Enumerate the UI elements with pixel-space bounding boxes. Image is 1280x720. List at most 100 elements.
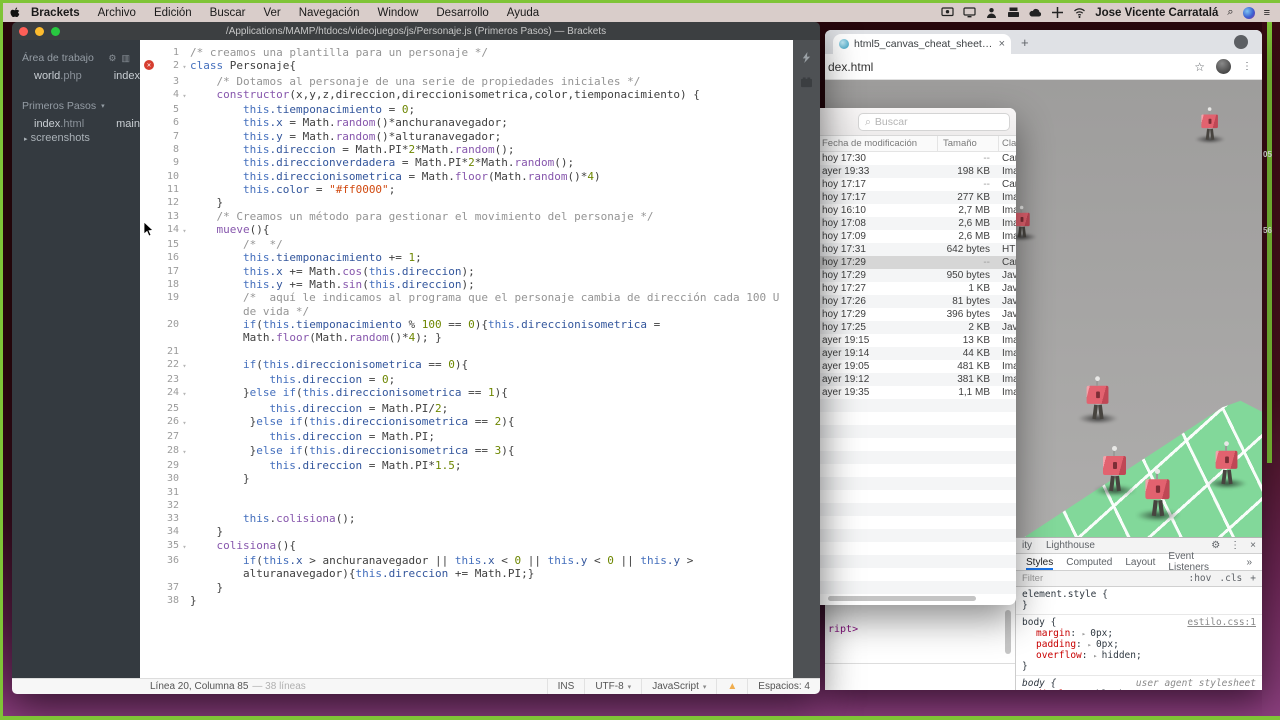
expand-arrow-icon[interactable]: ▸	[1093, 652, 1101, 660]
code-editor[interactable]: 1/* creamos una plantilla para un person…	[140, 40, 793, 678]
code-line[interactable]: 16 this.tiemponacimiento += 1;	[140, 251, 793, 264]
project-file-index[interactable]: index.html	[12, 116, 94, 132]
profile-avatar[interactable]	[1216, 59, 1231, 74]
code-line[interactable]: 8 this.direccion = Math.PI*2*Math.random(…	[140, 143, 793, 156]
code-line[interactable]: 17 this.x += Math.cos(this.direccion);	[140, 265, 793, 278]
code-line[interactable]: 25 this.direccion = Math.PI/2;	[140, 402, 793, 415]
browser-menu-icon[interactable]: ⋮	[1242, 61, 1252, 71]
devtools-menu-icon[interactable]: ⋮	[1230, 540, 1240, 551]
spotlight-icon[interactable]: ⌕	[1227, 6, 1233, 19]
css-property[interactable]: overflow: ▸ hidden;	[1022, 650, 1256, 661]
devtools-scrollbar[interactable]	[1005, 610, 1011, 654]
code-line[interactable]: 1/* creamos una plantilla para un person…	[140, 46, 793, 59]
code-line[interactable]: 20 if(this.tiemponacimiento % 100 == 0){t…	[140, 318, 793, 345]
code-line[interactable]: 35 ▾ colisiona(){	[140, 539, 793, 554]
new-tab-button[interactable]: +	[1021, 35, 1029, 50]
menu-brackets[interactable]: Brackets	[22, 7, 89, 19]
css-property[interactable]: margin: ▸ 0px;	[1022, 628, 1256, 639]
devtools-tab-ity[interactable]: ity	[1022, 540, 1032, 551]
code-line[interactable]: 19 /* aquí le indicamos al programa que e…	[140, 291, 793, 318]
indent-setting[interactable]: Espacios: 4	[747, 679, 820, 694]
css-property[interactable]: padding: ▸ 0px;	[1022, 639, 1256, 650]
code-line[interactable]: 32	[140, 499, 793, 512]
devtools-tab-lighthouse[interactable]: Lighthouse	[1046, 540, 1095, 551]
code-line[interactable]: 23 this.direccion = 0;	[140, 373, 793, 386]
fold-arrow-icon[interactable]: ▾	[179, 358, 190, 373]
code-line[interactable]: 24 ▾}else if(this.direccionisometrica == …	[140, 386, 793, 401]
menu-navegación[interactable]: Navegación	[290, 7, 369, 19]
styles-pane-tab-computed[interactable]: Computed	[1066, 557, 1112, 568]
code-line[interactable]: 7 this.y = Math.random()*alturanavegador;	[140, 130, 793, 143]
tab-strip-circle-button[interactable]	[1234, 35, 1248, 49]
gear-icon[interactable]: ⚙	[108, 53, 116, 64]
column-header-date[interactable]: Fecha de modificación	[822, 138, 917, 149]
css-property[interactable]: display: ▸ block;	[1022, 689, 1256, 690]
browser-tab[interactable]: html5_canvas_cheat_sheet.png ×	[833, 34, 1011, 54]
styles-pane-tab-styles[interactable]: Styles	[1026, 554, 1053, 570]
tab-close-icon[interactable]: ×	[999, 38, 1005, 50]
code-line[interactable]: 21	[140, 345, 793, 358]
encoding-selector[interactable]: UTF-8 ▾	[584, 679, 641, 694]
bookmark-star-icon[interactable]: ☆	[1194, 60, 1205, 74]
code-line[interactable]: 10 this.direccionisometrica = Math.floor(…	[140, 170, 793, 183]
screen-mirroring-icon[interactable]	[941, 7, 954, 18]
stylesheet-link[interactable]: user agent stylesheet	[1136, 678, 1256, 689]
insert-mode-indicator[interactable]: INS	[546, 679, 585, 694]
wifi-icon[interactable]	[1073, 7, 1086, 18]
expand-arrow-icon[interactable]: ▸	[1082, 630, 1090, 638]
code-line[interactable]: 13 /* Creamos un método para gestionar el…	[140, 210, 793, 223]
cls-toggle[interactable]: .cls	[1219, 573, 1242, 584]
code-line[interactable]: 18 this.y += Math.sin(this.direccion);	[140, 278, 793, 291]
stylesheet-link[interactable]: estilo.css:1	[1187, 617, 1256, 628]
code-line[interactable]: 31	[140, 486, 793, 499]
code-line[interactable]: 38}	[140, 594, 793, 607]
code-line[interactable]: 26 ▾}else if(this.direccionisometrica == …	[140, 415, 793, 430]
styles-pane-tab-event-listeners[interactable]: Event Listeners	[1168, 551, 1233, 573]
brackets-title-bar[interactable]: /Applications/MAMP/htdocs/videojuegos/js…	[12, 22, 820, 40]
devtools-settings-icon[interactable]: ⚙	[1211, 540, 1220, 551]
code-line[interactable]: 6 this.x = Math.random()*anchuranavegador…	[140, 116, 793, 129]
project-file-main[interactable]: main.css	[94, 116, 140, 132]
code-line[interactable]: 11 this.color = "#ff0000";	[140, 183, 793, 196]
sidebar-file-world[interactable]: world.php	[12, 68, 92, 84]
expand-arrow-icon[interactable]: ▸	[1088, 641, 1096, 649]
devtools-close-icon[interactable]: ×	[1250, 540, 1256, 551]
fold-arrow-icon[interactable]: ▾	[179, 88, 190, 103]
new-style-rule-button[interactable]: +	[1250, 573, 1256, 584]
column-header-size[interactable]: Tamaño	[943, 138, 977, 149]
styles-filter-input[interactable]: Filter	[1022, 573, 1180, 584]
fold-arrow-icon[interactable]: ▾	[179, 415, 190, 430]
code-line[interactable]: 28 ▾}else if(this.direccionisometrica == …	[140, 444, 793, 459]
menu-buscar[interactable]: Buscar	[201, 7, 255, 19]
fold-arrow-icon[interactable]: ▾	[179, 223, 190, 238]
code-line[interactable]: 29 this.direccion = Math.PI*1.5;	[140, 459, 793, 472]
fold-arrow-icon[interactable]: ▾	[179, 386, 190, 401]
code-line[interactable]: 33 this.colisiona();	[140, 512, 793, 525]
code-line[interactable]: ✕ 2 ▾ class Personaje{	[140, 59, 793, 74]
code-line[interactable]: 12}	[140, 196, 793, 209]
sidebar-folder-screenshots[interactable]: ▸ screenshots	[12, 130, 140, 146]
printer-icon[interactable]	[1007, 7, 1020, 18]
lint-warning-icon[interactable]: ▲	[716, 679, 747, 694]
live-preview-icon[interactable]	[800, 52, 813, 63]
notification-center-icon[interactable]: ≡	[1264, 7, 1270, 19]
finder-horizontal-scrollbar[interactable]	[828, 596, 976, 601]
siri-icon[interactable]	[1242, 6, 1255, 19]
finder-search-field[interactable]: ⌕ Buscar	[858, 113, 1010, 131]
cursor-position[interactable]: Línea 20, Columna 85	[150, 681, 248, 692]
column-header-kind[interactable]: Clase	[1002, 138, 1016, 149]
fold-arrow-icon[interactable]: ▾	[179, 444, 190, 459]
code-line[interactable]: 36 if(this.x > anchuranavegador || this.x…	[140, 554, 793, 581]
fold-arrow-icon[interactable]: ▾	[179, 539, 190, 554]
display-icon[interactable]	[963, 7, 976, 18]
css-rule[interactable]: body {user agent stylesheetdisplay: ▸ bl…	[1016, 676, 1262, 690]
hov-toggle[interactable]: :hov	[1188, 573, 1211, 584]
code-line[interactable]: 3 /* Dotamos al personaje de una serie de…	[140, 75, 793, 88]
user-menu[interactable]: Jose Vicente Carratalá	[1095, 7, 1218, 19]
menu-archivo[interactable]: Archivo	[89, 7, 145, 19]
user-silhouette-icon[interactable]	[985, 7, 998, 18]
extension-manager-icon[interactable]	[800, 77, 813, 88]
code-line[interactable]: 27 this.direccion = Math.PI;	[140, 430, 793, 443]
css-rule[interactable]: element.style {}	[1016, 587, 1262, 615]
css-rule[interactable]: body {estilo.css:1 margin: ▸ 0px; padding:…	[1016, 615, 1262, 676]
